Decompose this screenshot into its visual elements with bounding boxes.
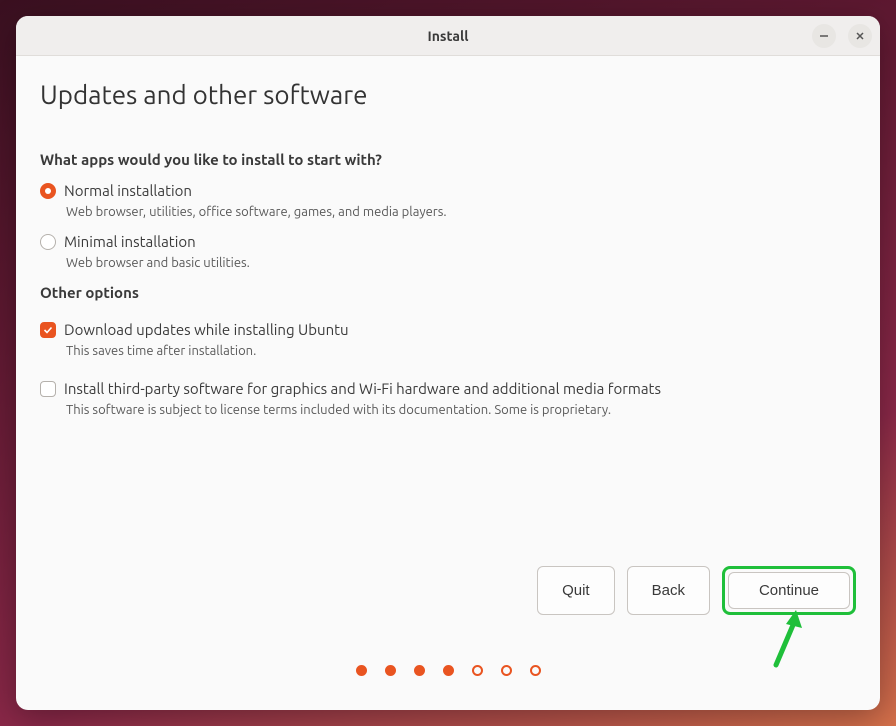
third-party-desc: This software is subject to license term… bbox=[66, 403, 856, 417]
installer-window: Install Updates and other software What … bbox=[16, 16, 880, 710]
checkbox-icon bbox=[40, 381, 56, 397]
progress-dot bbox=[472, 665, 483, 676]
radio-minimal-install[interactable]: Minimal installation bbox=[40, 233, 856, 250]
progress-dot bbox=[530, 665, 541, 676]
close-button[interactable] bbox=[848, 24, 872, 48]
continue-button[interactable]: Continue bbox=[728, 572, 850, 609]
checkbox-label: Download updates while installing Ubuntu bbox=[64, 321, 349, 338]
close-icon bbox=[855, 31, 865, 41]
radio-label: Normal installation bbox=[64, 182, 192, 199]
progress-dot bbox=[501, 665, 512, 676]
arrow-annotation-icon bbox=[766, 610, 806, 670]
minimal-install-desc: Web browser and basic utilities. bbox=[66, 256, 856, 270]
titlebar: Install bbox=[16, 16, 880, 56]
download-updates-desc: This saves time after installation. bbox=[66, 344, 856, 358]
checkbox-icon bbox=[40, 322, 56, 338]
radio-label: Minimal installation bbox=[64, 233, 196, 250]
page-title: Updates and other software bbox=[40, 80, 856, 109]
radio-icon bbox=[40, 234, 56, 250]
back-button[interactable]: Back bbox=[627, 566, 710, 615]
minimize-icon bbox=[819, 31, 829, 41]
radio-normal-install[interactable]: Normal installation bbox=[40, 182, 856, 199]
continue-highlight: Continue bbox=[722, 566, 856, 615]
minimize-button[interactable] bbox=[812, 24, 836, 48]
progress-dot bbox=[385, 665, 396, 676]
progress-dot bbox=[443, 665, 454, 676]
checkbox-download-updates[interactable]: Download updates while installing Ubuntu bbox=[40, 321, 856, 338]
radio-icon bbox=[40, 183, 56, 199]
content-area: Updates and other software What apps wou… bbox=[16, 56, 880, 710]
other-section-label: Other options bbox=[40, 284, 856, 301]
progress-dot bbox=[356, 665, 367, 676]
progress-dot bbox=[414, 665, 425, 676]
apps-section-label: What apps would you like to install to s… bbox=[40, 151, 856, 168]
quit-button[interactable]: Quit bbox=[537, 566, 615, 615]
checkbox-third-party[interactable]: Install third-party software for graphic… bbox=[40, 380, 856, 397]
window-title: Install bbox=[428, 28, 469, 44]
checkbox-label: Install third-party software for graphic… bbox=[64, 380, 661, 397]
normal-install-desc: Web browser, utilities, office software,… bbox=[66, 205, 856, 219]
progress-dots bbox=[40, 665, 856, 694]
window-controls bbox=[812, 24, 872, 48]
button-row: Quit Back Continue bbox=[40, 566, 856, 615]
